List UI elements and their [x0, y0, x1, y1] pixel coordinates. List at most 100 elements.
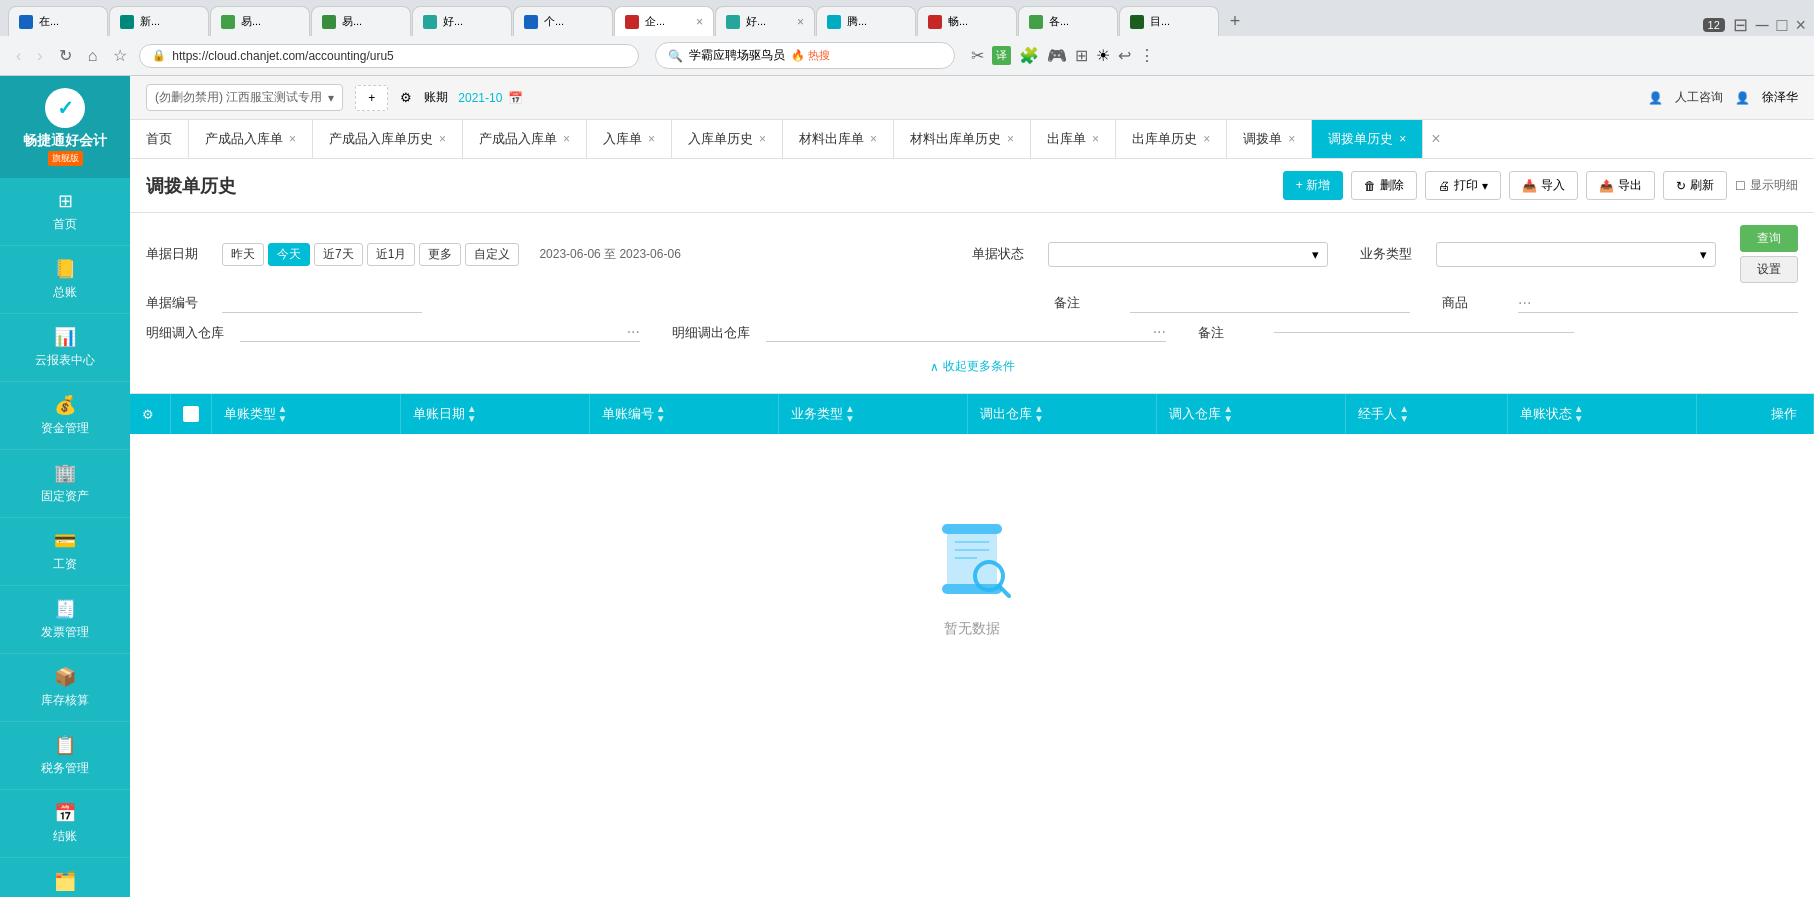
minimize-icon[interactable]: ─ — [1756, 15, 1769, 36]
th-status[interactable]: 单账状态 ▲▼ — [1507, 394, 1696, 434]
sidebar-item-closing[interactable]: 📅 结账 — [0, 790, 130, 858]
browser-tab-2[interactable]: 新... — [109, 6, 209, 36]
page-tab-in-order-hist[interactable]: 入库单历史 × — [672, 120, 783, 158]
sidebar-item-payroll[interactable]: 💳 工资 — [0, 518, 130, 586]
page-tab-product-in-hist[interactable]: 产成品入库单历史 × — [313, 120, 463, 158]
browser-tab-3[interactable]: 易... — [210, 6, 310, 36]
undo-icon[interactable]: ↩ — [1118, 46, 1131, 65]
service-label[interactable]: 人工咨询 — [1675, 89, 1723, 106]
browser-tab-1[interactable]: 在... — [8, 6, 108, 36]
browser-tab-11[interactable]: 各... — [1018, 6, 1118, 36]
extension-icon[interactable]: 🧩 — [1019, 46, 1039, 65]
filter-settings-button[interactable]: 设置 — [1740, 256, 1798, 283]
browser-tab-close-7[interactable]: × — [696, 15, 703, 29]
grid-icon[interactable]: ⊞ — [1075, 46, 1088, 65]
page-tab-close-transfer-hist[interactable]: × — [1399, 132, 1406, 146]
window-close-icon[interactable]: × — [1795, 15, 1806, 36]
game-icon[interactable]: 🎮 — [1047, 46, 1067, 65]
show-detail-checkbox[interactable]: ☐ 显示明细 — [1735, 177, 1798, 194]
add-company-button[interactable]: + — [355, 85, 388, 111]
new-tab-button[interactable]: + — [1220, 6, 1250, 36]
month-button[interactable]: 近1月 — [367, 243, 416, 266]
browser-tab-5[interactable]: 好... — [412, 6, 512, 36]
url-bar[interactable]: 🔒 https://cloud.chanjet.com/accounting/u… — [139, 44, 639, 68]
page-tab-out-order[interactable]: 出库单 × — [1031, 120, 1116, 158]
page-tab-out-order-hist[interactable]: 出库单历史 × — [1116, 120, 1227, 158]
note-input[interactable] — [1130, 293, 1410, 313]
delete-button[interactable]: 🗑 删除 — [1351, 171, 1417, 200]
page-tab-close-material-out[interactable]: × — [870, 132, 877, 146]
column-settings-icon[interactable]: ⚙ — [142, 407, 154, 422]
more-button[interactable]: 更多 — [419, 243, 461, 266]
sidebar-item-home[interactable]: ⊞ 首页 — [0, 178, 130, 246]
refresh-browser-button[interactable]: ↻ — [55, 42, 76, 69]
page-tab-close-product-in-hist[interactable]: × — [439, 132, 446, 146]
page-tab-close-out-order[interactable]: × — [1092, 132, 1099, 146]
today-button[interactable]: 今天 — [268, 243, 310, 266]
sidebar-item-archive[interactable]: 🗂️ 归档管理 — [0, 858, 130, 897]
yesterday-button[interactable]: 昨天 — [222, 243, 264, 266]
star-button[interactable]: ☆ — [109, 42, 131, 69]
maximize-icon[interactable]: □ — [1777, 15, 1788, 36]
sun-icon[interactable]: ☀ — [1096, 46, 1110, 65]
page-tab-close-product-in2[interactable]: × — [563, 132, 570, 146]
custom-button[interactable]: 自定义 — [465, 243, 519, 266]
page-tab-material-out[interactable]: 材料出库单 × — [783, 120, 894, 158]
browser-tab-10[interactable]: 畅... — [917, 6, 1017, 36]
page-tab-close-transfer[interactable]: × — [1288, 132, 1295, 146]
th-out-warehouse[interactable]: 调出仓库 ▲▼ — [968, 394, 1157, 434]
page-tab-transfer[interactable]: 调拨单 × — [1227, 120, 1312, 158]
settings-gear-icon[interactable]: ⚙ — [400, 90, 412, 105]
week-button[interactable]: 近7天 — [314, 243, 363, 266]
query-button[interactable]: 查询 — [1740, 225, 1798, 252]
scissors-icon[interactable]: ✂ — [971, 46, 984, 65]
sidebar-item-reports[interactable]: 📊 云报表中心 — [0, 314, 130, 382]
th-no[interactable]: 单账编号 ▲▼ — [589, 394, 778, 434]
page-tab-product-in2[interactable]: 产成品入库单 × — [463, 120, 587, 158]
page-tab-close-out-order-hist[interactable]: × — [1203, 132, 1210, 146]
browser-tab-4[interactable]: 易... — [311, 6, 411, 36]
page-tab-product-in[interactable]: 产成品入库单 × — [189, 120, 313, 158]
print-button[interactable]: 🖨 打印 ▾ — [1425, 171, 1501, 200]
status-select[interactable]: ▾ — [1048, 242, 1328, 267]
goods-dots-icon[interactable]: ··· — [1518, 294, 1531, 312]
biz-type-select[interactable]: ▾ — [1436, 242, 1716, 267]
th-checkbox[interactable] — [170, 394, 211, 434]
select-all-checkbox[interactable] — [183, 406, 199, 422]
page-tab-close-in-order[interactable]: × — [648, 132, 655, 146]
page-tab-material-out-hist[interactable]: 材料出库单历史 × — [894, 120, 1031, 158]
th-handler[interactable]: 经手人 ▲▼ — [1346, 394, 1507, 434]
browser-tab-7[interactable]: 企... × — [614, 6, 714, 36]
collapse-button[interactable]: ∧ 收起更多条件 — [930, 358, 1015, 375]
th-in-warehouse[interactable]: 调入仓库 ▲▼ — [1157, 394, 1346, 434]
page-tab-close-product-in[interactable]: × — [289, 132, 296, 146]
th-date[interactable]: 单账日期 ▲▼ — [400, 394, 589, 434]
menu-dots-icon[interactable]: ⋮ — [1139, 46, 1155, 65]
browser-tab-9[interactable]: 腾... — [816, 6, 916, 36]
th-biz-type[interactable]: 业务类型 ▲▼ — [778, 394, 967, 434]
browser-tab-12[interactable]: 目... — [1119, 6, 1219, 36]
browser-tab-8[interactable]: 好... × — [715, 6, 815, 36]
refresh-button[interactable]: ↻ 刷新 — [1663, 171, 1727, 200]
page-tab-transfer-hist[interactable]: 调拨单历史 × — [1312, 120, 1423, 158]
new-button[interactable]: + 新增 — [1283, 171, 1343, 200]
sidebar-item-assets[interactable]: 🏢 固定资产 — [0, 450, 130, 518]
import-button[interactable]: 📥 导入 — [1509, 171, 1578, 200]
detail-out-dots-icon[interactable]: ··· — [1153, 323, 1166, 341]
tab-menu-icon[interactable]: ⊟ — [1733, 14, 1748, 36]
export-button[interactable]: 📤 导出 — [1586, 171, 1655, 200]
forward-button[interactable]: › — [33, 43, 46, 69]
page-tab-close-in-order-hist[interactable]: × — [759, 132, 766, 146]
th-settings[interactable]: ⚙ — [130, 394, 170, 434]
sidebar-item-ledger[interactable]: 📒 总账 — [0, 246, 130, 314]
page-tab-home[interactable]: 首页 — [130, 120, 189, 158]
sidebar-item-inventory[interactable]: 📦 库存核算 — [0, 654, 130, 722]
home-browser-button[interactable]: ⌂ — [84, 43, 102, 69]
page-tab-close-material-out-hist[interactable]: × — [1007, 132, 1014, 146]
sidebar-item-invoices[interactable]: 🧾 发票管理 — [0, 586, 130, 654]
calendar-icon[interactable]: 📅 — [508, 91, 523, 105]
browser-tab-close-8[interactable]: × — [797, 15, 804, 29]
sidebar-item-tax[interactable]: 📋 税务管理 — [0, 722, 130, 790]
page-tab-in-order[interactable]: 入库单 × — [587, 120, 672, 158]
company-selector[interactable]: (勿删勿禁用) 江西服宝测试专用 ▾ — [146, 84, 343, 111]
